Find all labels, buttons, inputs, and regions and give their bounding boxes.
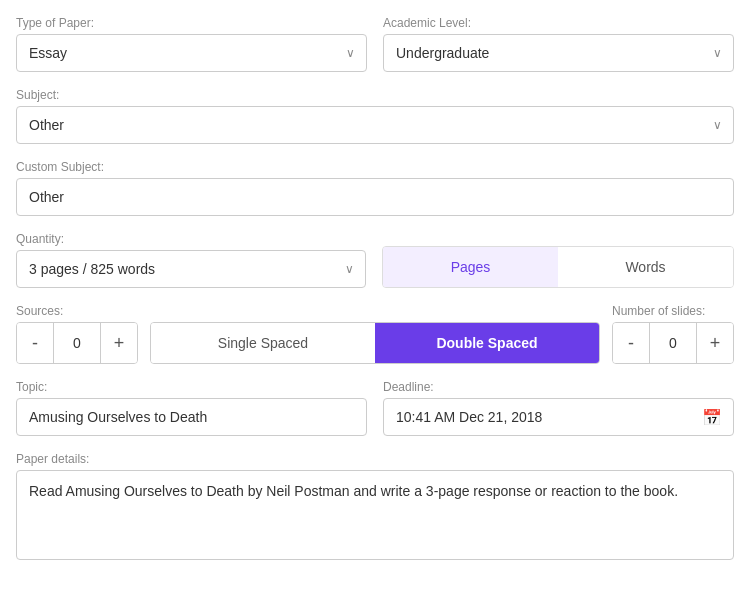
topic-input[interactable] (16, 398, 367, 436)
academic-level-label: Academic Level: (383, 16, 734, 30)
paper-details-textarea[interactable] (16, 470, 734, 560)
quantity-select[interactable]: 3 pages / 825 words (16, 250, 366, 288)
spacing-toggle: Single Spaced Double Spaced (150, 322, 600, 364)
subject-label: Subject: (16, 88, 734, 102)
sources-col: Sources: - 0 + (16, 304, 138, 364)
topic-label: Topic: (16, 380, 367, 394)
deadline-input[interactable] (383, 398, 734, 436)
single-spaced-button[interactable]: Single Spaced (151, 323, 375, 363)
sources-minus-button[interactable]: - (17, 323, 53, 363)
quantity-label: Quantity: (16, 232, 366, 246)
pages-toggle-button[interactable]: Pages (383, 247, 558, 287)
sources-plus-button[interactable]: + (101, 323, 137, 363)
pages-words-toggle: Pages Words (382, 246, 734, 288)
words-toggle-button[interactable]: Words (558, 247, 733, 287)
double-spaced-button[interactable]: Double Spaced (375, 323, 599, 363)
type-of-paper-select[interactable]: Essay (16, 34, 367, 72)
sources-label: Sources: (16, 304, 138, 318)
sources-value: 0 (53, 323, 101, 363)
deadline-input-wrap: 📅 (383, 398, 734, 436)
slides-minus-button[interactable]: - (613, 323, 649, 363)
slides-plus-button[interactable]: + (697, 323, 733, 363)
custom-subject-label: Custom Subject: (16, 160, 734, 174)
subject-select[interactable]: Other (16, 106, 734, 144)
custom-subject-input[interactable] (16, 178, 734, 216)
type-of-paper-wrapper: Essay (16, 34, 367, 72)
deadline-label: Deadline: (383, 380, 734, 394)
sources-stepper: - 0 + (16, 322, 138, 364)
slides-stepper: - 0 + (612, 322, 734, 364)
quantity-wrapper: 3 pages / 825 words (16, 250, 366, 288)
academic-level-wrapper: Undergraduate (383, 34, 734, 72)
slides-value: 0 (649, 323, 697, 363)
academic-level-select[interactable]: Undergraduate (383, 34, 734, 72)
paper-details-label: Paper details: (16, 452, 734, 466)
slides-col: Number of slides: - 0 + (612, 304, 734, 364)
slides-label: Number of slides: (612, 304, 734, 318)
type-of-paper-label: Type of Paper: (16, 16, 367, 30)
subject-wrapper: Other (16, 106, 734, 144)
